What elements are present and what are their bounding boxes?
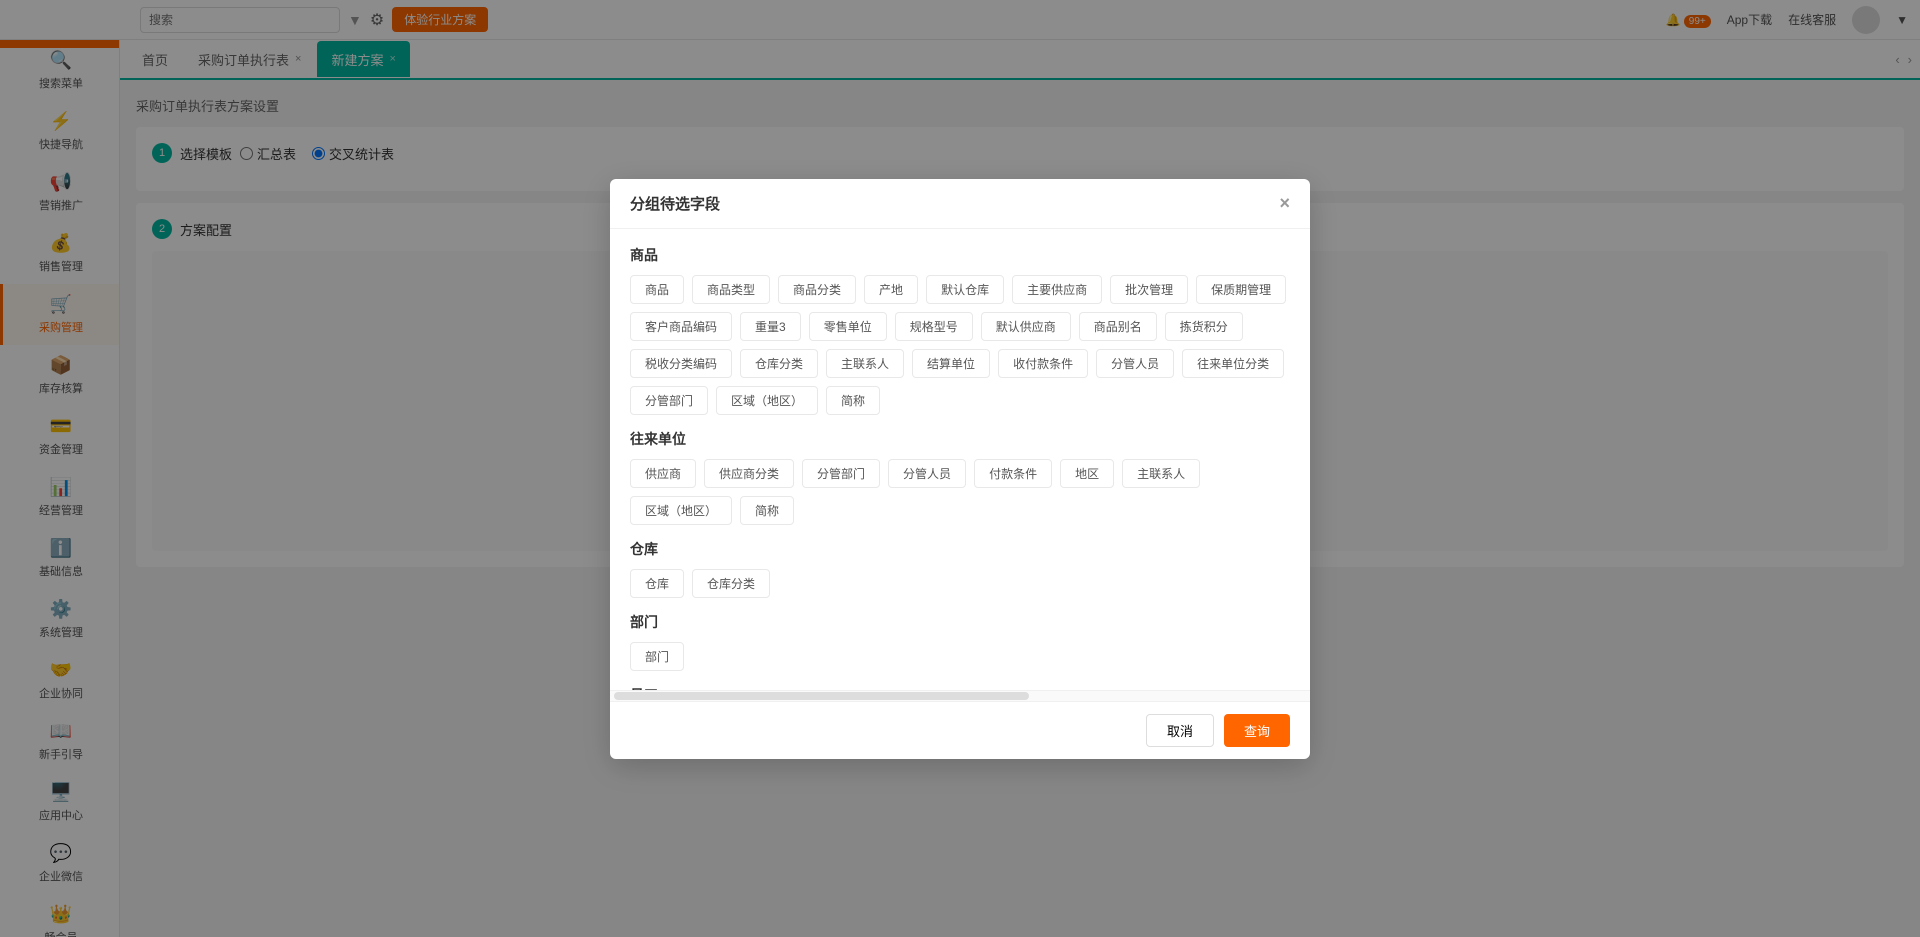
modal-header: 分组待选字段 ×: [610, 179, 1310, 229]
field-tag-0-19[interactable]: 收付款条件: [998, 349, 1088, 378]
confirm-button[interactable]: 查询: [1224, 714, 1290, 747]
field-tag-0-8[interactable]: 客户商品编码: [630, 312, 732, 341]
group-title-1: 往来单位: [630, 429, 1290, 449]
modal-footer: 取消 查询: [610, 701, 1310, 759]
modal: 分组待选字段 × 商品商品商品类型商品分类产地默认仓库主要供应商批次管理保质期管…: [610, 179, 1310, 759]
field-tag-1-8[interactable]: 简称: [740, 496, 794, 525]
field-tag-0-1[interactable]: 商品类型: [692, 275, 770, 304]
cancel-button[interactable]: 取消: [1146, 714, 1214, 747]
field-tag-0-16[interactable]: 仓库分类: [740, 349, 818, 378]
modal-overlay: 分组待选字段 × 商品商品商品类型商品分类产地默认仓库主要供应商批次管理保质期管…: [0, 0, 1920, 937]
field-tag-0-7[interactable]: 保质期管理: [1196, 275, 1286, 304]
field-tag-0-21[interactable]: 往来单位分类: [1182, 349, 1284, 378]
field-tag-0-10[interactable]: 零售单位: [809, 312, 887, 341]
field-tag-0-6[interactable]: 批次管理: [1110, 275, 1188, 304]
field-tag-1-4[interactable]: 付款条件: [974, 459, 1052, 488]
modal-body: 商品商品商品类型商品分类产地默认仓库主要供应商批次管理保质期管理客户商品编码重量…: [610, 229, 1310, 691]
field-tag-1-6[interactable]: 主联系人: [1122, 459, 1200, 488]
field-tag-0-18[interactable]: 结算单位: [912, 349, 990, 378]
field-tag-0-23[interactable]: 区域（地区）: [716, 386, 818, 415]
field-tag-1-7[interactable]: 区域（地区）: [630, 496, 732, 525]
group-title-0: 商品: [630, 245, 1290, 265]
field-tag-0-2[interactable]: 商品分类: [778, 275, 856, 304]
field-tag-1-3[interactable]: 分管人员: [888, 459, 966, 488]
field-tag-0-14[interactable]: 拣货积分: [1165, 312, 1243, 341]
group-fields-1: 供应商供应商分类分管部门分管人员付款条件地区主联系人区域（地区） 简称: [630, 459, 1290, 525]
group-title-2: 仓库: [630, 539, 1290, 559]
modal-hscroll-thumb: [614, 692, 1029, 700]
modal-title: 分组待选字段: [630, 193, 720, 214]
field-tag-0-12[interactable]: 默认供应商: [981, 312, 1071, 341]
field-tag-1-1[interactable]: 供应商分类: [704, 459, 794, 488]
group-fields-2: 仓库仓库分类: [630, 569, 1290, 598]
field-tag-1-5[interactable]: 地区: [1060, 459, 1114, 488]
field-tag-2-1[interactable]: 仓库分类: [692, 569, 770, 598]
group-fields-0: 商品商品类型商品分类产地默认仓库主要供应商批次管理保质期管理客户商品编码重量3 零…: [630, 275, 1290, 415]
field-tag-0-0[interactable]: 商品: [630, 275, 684, 304]
field-tag-0-15[interactable]: 税收分类编码: [630, 349, 732, 378]
field-tag-0-20[interactable]: 分管人员: [1096, 349, 1174, 378]
field-tag-1-0[interactable]: 供应商: [630, 459, 696, 488]
modal-close-btn[interactable]: ×: [1279, 193, 1290, 214]
field-tag-1-2[interactable]: 分管部门: [802, 459, 880, 488]
field-tag-0-3[interactable]: 产地: [864, 275, 918, 304]
field-tag-0-22[interactable]: 分管部门: [630, 386, 708, 415]
group-fields-3: 部门: [630, 642, 1290, 671]
field-tag-0-13[interactable]: 商品别名: [1079, 312, 1157, 341]
field-tag-2-0[interactable]: 仓库: [630, 569, 684, 598]
field-tag-0-24[interactable]: 简称: [826, 386, 880, 415]
field-tag-0-4[interactable]: 默认仓库: [926, 275, 1004, 304]
field-tag-0-17[interactable]: 主联系人: [826, 349, 904, 378]
field-tag-0-9[interactable]: 重量3: [740, 312, 801, 341]
field-tag-0-11[interactable]: 规格型号: [895, 312, 973, 341]
modal-hscrollbar[interactable]: [610, 690, 1310, 700]
field-tag-0-5[interactable]: 主要供应商: [1012, 275, 1102, 304]
group-title-3: 部门: [630, 612, 1290, 632]
field-tag-3-0[interactable]: 部门: [630, 642, 684, 671]
